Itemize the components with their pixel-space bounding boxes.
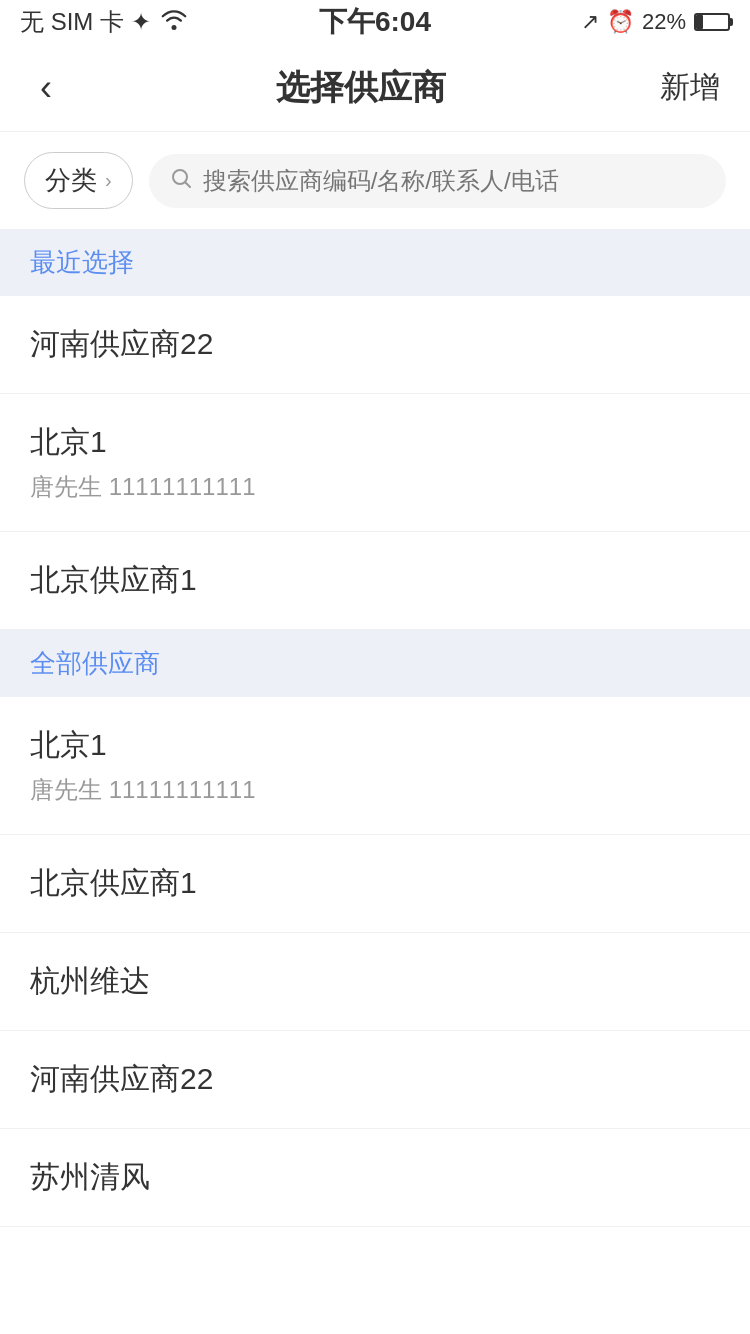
search-input[interactable] [203, 167, 706, 195]
list-item[interactable]: 河南供应商22 [0, 1031, 750, 1129]
item-detail: 唐先生 11111111111 [30, 774, 720, 806]
item-name: 河南供应商22 [30, 324, 720, 365]
alarm-icon: ⏰ [607, 9, 634, 35]
list-item[interactable]: 河南供应商22 [0, 296, 750, 394]
chevron-right-icon: › [105, 169, 112, 192]
search-icon [169, 166, 193, 196]
search-bar[interactable] [149, 154, 726, 208]
recent-section-header: 最近选择 [0, 229, 750, 296]
list-item[interactable]: 苏州清风 [0, 1129, 750, 1227]
recent-section-label: 最近选择 [30, 247, 134, 277]
list-item[interactable]: 北京供应商1 [0, 835, 750, 933]
nav-bar: ‹ 选择供应商 新增 [0, 44, 750, 132]
filter-bar: 分类 › [0, 132, 750, 229]
list-item[interactable]: 杭州维达 [0, 933, 750, 1031]
back-button[interactable]: ‹ [30, 57, 62, 119]
list-item[interactable]: 北京1 唐先生 11111111111 [0, 394, 750, 532]
item-name: 苏州清风 [30, 1157, 720, 1198]
item-detail: 唐先生 11111111111 [30, 471, 720, 503]
wifi-icon [159, 8, 189, 36]
item-name: 杭州维达 [30, 961, 720, 1002]
status-right: ↗ ⏰ 22% [581, 9, 730, 35]
page-title: 选择供应商 [276, 65, 446, 111]
category-button[interactable]: 分类 › [24, 152, 133, 209]
all-section-header: 全部供应商 [0, 630, 750, 697]
category-label: 分类 [45, 163, 97, 198]
battery-label: 22% [642, 9, 686, 35]
add-button[interactable]: 新增 [660, 67, 720, 108]
sim-label: 无 SIM 卡 ✦ [20, 6, 151, 38]
status-bar: 无 SIM 卡 ✦ 下午6:04 ↗ ⏰ 22% [0, 0, 750, 44]
all-list: 北京1 唐先生 11111111111 北京供应商1 杭州维达 河南供应商22 … [0, 697, 750, 1227]
item-name: 河南供应商22 [30, 1059, 720, 1100]
list-item[interactable]: 北京供应商1 [0, 532, 750, 630]
svg-line-1 [185, 182, 190, 187]
item-name: 北京供应商1 [30, 863, 720, 904]
item-name: 北京1 [30, 422, 720, 463]
status-left: 无 SIM 卡 ✦ [20, 6, 189, 38]
status-time: 下午6:04 [319, 3, 431, 41]
list-item[interactable]: 北京1 唐先生 11111111111 [0, 697, 750, 835]
battery-icon [694, 13, 730, 31]
item-name: 北京1 [30, 725, 720, 766]
location-icon: ↗ [581, 9, 599, 35]
item-name: 北京供应商1 [30, 560, 720, 601]
recent-list: 河南供应商22 北京1 唐先生 11111111111 北京供应商1 [0, 296, 750, 630]
all-section-label: 全部供应商 [30, 648, 160, 678]
